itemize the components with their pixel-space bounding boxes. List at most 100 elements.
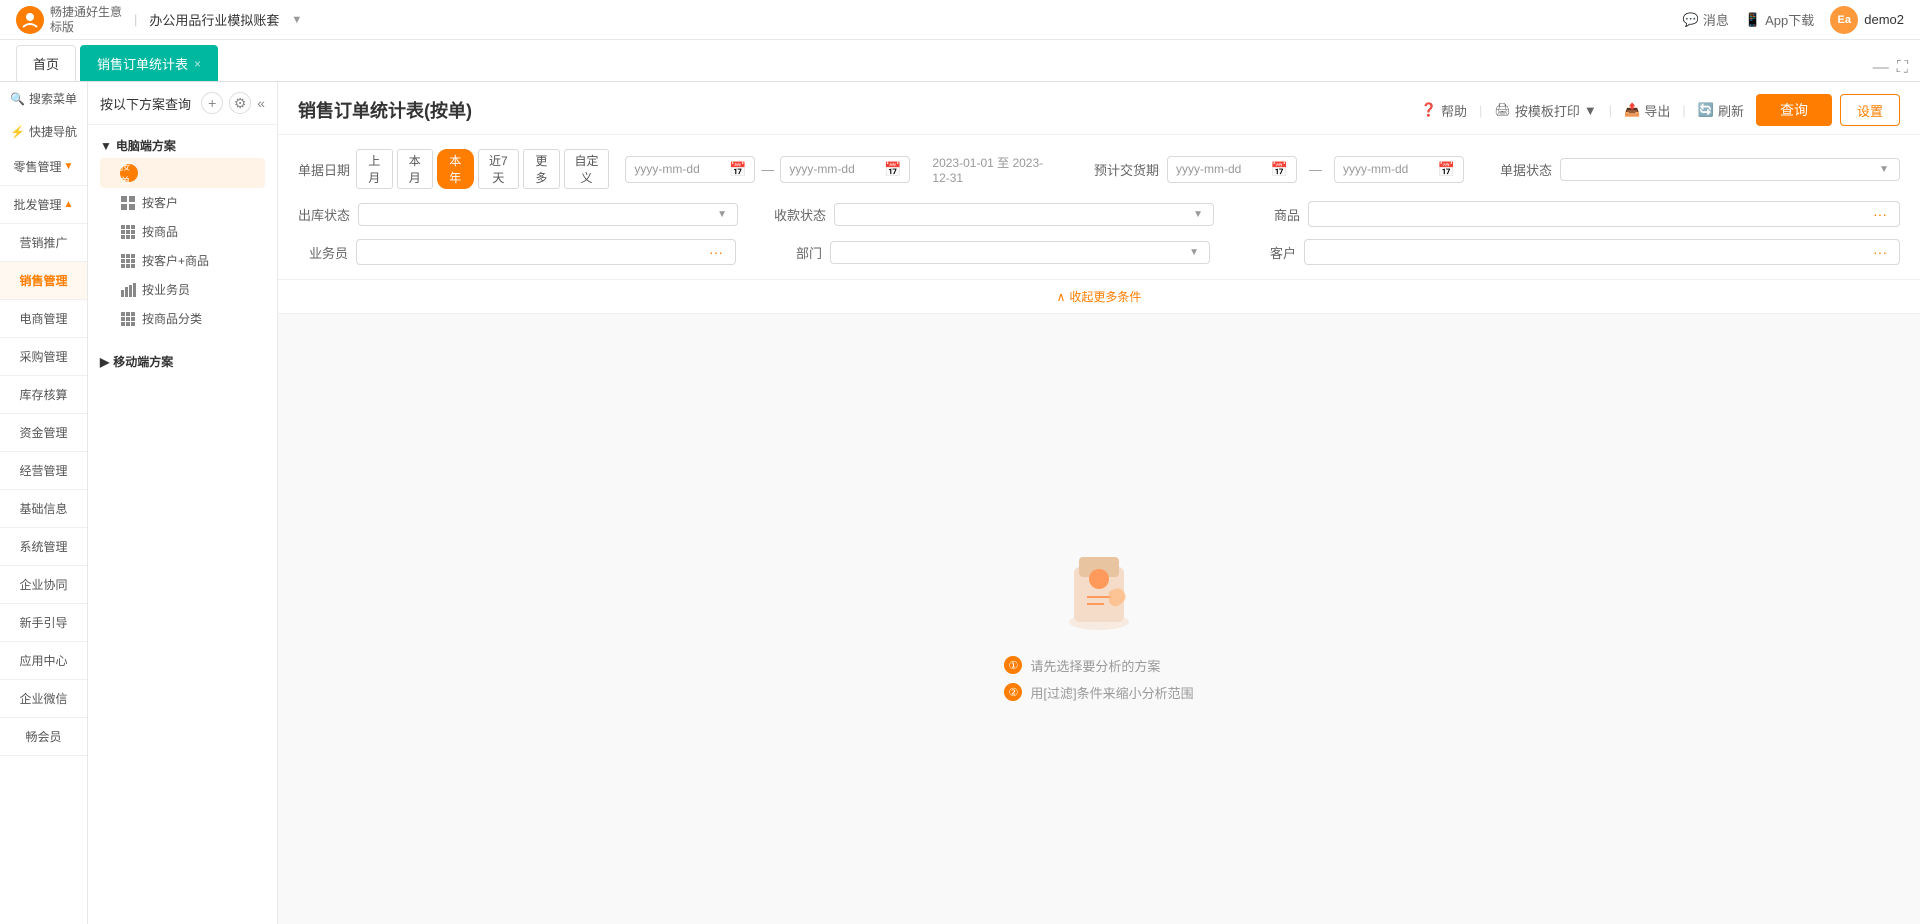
desktop-group-title[interactable]: ▼ 电脑端方案 (100, 133, 265, 158)
tab-home[interactable]: 首页 (16, 45, 76, 81)
sidebar-item-operations[interactable]: 经营管理 (0, 452, 87, 490)
sidebar-item-basic[interactable]: 基础信息 (0, 490, 87, 528)
add-scheme-button[interactable]: + (201, 92, 223, 114)
print-arrow-icon: ▼ (1584, 103, 1597, 118)
message-button[interactable]: 💬 消息 (1683, 10, 1729, 29)
search-button[interactable]: 查询 (1756, 94, 1832, 126)
sidebar-item-wholesale[interactable]: 批发管理 ▲ (0, 186, 87, 224)
app-download-button[interactable]: 📱 App下载 (1745, 10, 1814, 29)
goods-label: 商品 (1250, 205, 1300, 224)
logo-text: 畅捷通好生意 标版 (50, 5, 122, 34)
salesperson-label: 业务员 (298, 243, 348, 262)
salesperson-ellipsis-btn[interactable]: ··· (705, 244, 727, 260)
main-layout: 🔍 搜索菜单 ⚡ 快捷导航 零售管理 ▼ 批发管理 ▲ 营销推广 销售管理 电商… (0, 82, 1920, 924)
expected-date-from-calendar-icon[interactable]: 📅 (1271, 161, 1288, 178)
sidebar-item-finance[interactable]: 资金管理 (0, 414, 87, 452)
sidebar-item-purchase[interactable]: 采购管理 (0, 338, 87, 376)
date-btn-7days[interactable]: 近7天 (478, 149, 520, 189)
sidebar-item-system[interactable]: 系统管理 (0, 528, 87, 566)
collection-status-select[interactable]: ▼ (834, 203, 1214, 226)
sidebar-item-retail[interactable]: 零售管理 ▼ (0, 148, 87, 186)
expected-delivery-label: 预计交货期 (1094, 160, 1159, 179)
collapse-bar[interactable]: ∧ 收起更多条件 (278, 280, 1920, 314)
app-download-icon: 📱 (1745, 12, 1761, 28)
ship-status-select[interactable]: ▼ (358, 203, 738, 226)
salesperson-input[interactable]: ··· (356, 239, 736, 265)
date-btn-more[interactable]: 更多 (523, 149, 560, 189)
nav-arrow-icon[interactable]: ▼ (291, 14, 302, 26)
scheme-item-by-salesperson[interactable]: 按业务员 (100, 275, 265, 304)
filter-row-1: 单据日期 上月 本月 本年 近7天 更多 自定义 yyyy- (298, 149, 1900, 189)
tip-num-2: ② (1004, 683, 1022, 701)
filter-settings-button[interactable]: 设置 (1840, 94, 1900, 126)
sidebar-item-enterprise[interactable]: 企业协同 (0, 566, 87, 604)
department-label: 部门 (772, 243, 822, 262)
date-btn-last-month[interactable]: 上月 (356, 149, 393, 189)
tab-close-icon[interactable]: × (194, 57, 201, 71)
scheme-item-by-customer[interactable]: 按客户 (100, 188, 265, 217)
sidebar-shortcut[interactable]: ⚡ 快捷导航 (0, 115, 87, 148)
date-from-input[interactable]: yyyy-mm-dd 📅 (625, 156, 755, 183)
settings-scheme-button[interactable]: ⚙ (229, 92, 251, 114)
help-button[interactable]: ❓ 帮助 (1421, 101, 1467, 120)
filter-goods-group: 商品 ··· (1250, 201, 1900, 227)
tab-maximize-icon[interactable]: ⛶ (1897, 59, 1908, 77)
date-btn-this-month[interactable]: 本月 (397, 149, 434, 189)
mobile-group-label: 移动端方案 (113, 353, 173, 370)
date-to-calendar-icon[interactable]: 📅 (884, 161, 901, 178)
scheme-by-goods-label: 按商品 (142, 223, 178, 240)
export-button[interactable]: 📤 导出 (1624, 101, 1670, 120)
scheme-item-by-category[interactable]: 按商品分类 (100, 304, 265, 333)
bill-status-select[interactable]: ▼ (1560, 158, 1900, 181)
left-panel-actions: + ⚙ « (201, 92, 265, 114)
expected-date-separator: — (1309, 162, 1322, 177)
scheme-item-by-goods[interactable]: 按商品 (100, 217, 265, 246)
export-icon: 📤 (1624, 102, 1640, 118)
filter-customer-group: 客户 ··· (1246, 239, 1900, 265)
sidebar-item-guide[interactable]: 新手引导 (0, 604, 87, 642)
sidebar-item-inventory[interactable]: 库存核算 (0, 376, 87, 414)
tab-sales-order[interactable]: 销售订单统计表 × (80, 45, 218, 81)
sidebar-item-member[interactable]: 畅会员 (0, 718, 87, 756)
sidebar-item-ecommerce[interactable]: 电商管理 (0, 300, 87, 338)
customer-ellipsis-btn[interactable]: ··· (1869, 244, 1891, 260)
date-btn-this-year[interactable]: 本年 (437, 149, 474, 189)
sidebar-search[interactable]: 🔍 搜索菜单 (0, 82, 87, 115)
department-select[interactable]: ▼ (830, 241, 1210, 264)
help-icon: ❓ (1421, 102, 1437, 118)
empty-tip-1: ① 请先选择要分析的方案 (1004, 656, 1193, 675)
sidebar-item-appstore[interactable]: 应用中心 (0, 642, 87, 680)
date-btn-custom[interactable]: 自定义 (564, 149, 610, 189)
expected-date-from-input[interactable]: yyyy-mm-dd 📅 (1167, 156, 1297, 183)
expected-date-to-input[interactable]: yyyy-mm-dd 📅 (1334, 156, 1464, 183)
breadcrumb-sep: | (134, 12, 137, 27)
department-arrow-icon: ▼ (1189, 247, 1199, 258)
top-nav-title[interactable]: 办公用品行业模拟账套 (149, 10, 279, 29)
page-header: 销售订单统计表(按单) ❓ 帮助 | 🖨 按模板打印 ▼ | 📤 (278, 82, 1920, 135)
sidebar-item-sales[interactable]: 销售管理 (0, 262, 87, 300)
goods-ellipsis-btn[interactable]: ··· (1869, 206, 1891, 222)
sidebar-item-marketing[interactable]: 营销推广 (0, 224, 87, 262)
scheme-item-by-order[interactable]: 按单 (100, 158, 265, 188)
date-to-input[interactable]: yyyy-mm-dd 📅 (780, 156, 910, 183)
date-from-calendar-icon[interactable]: 📅 (729, 161, 746, 178)
scheme-by-category-label: 按商品分类 (142, 310, 202, 327)
search-icon: 🔍 (10, 92, 25, 106)
tab-minimize-icon[interactable]: — (1873, 59, 1889, 77)
collapse-panel-button[interactable]: « (257, 95, 265, 111)
scheme-item-by-customer-goods[interactable]: 按客户+商品 (100, 246, 265, 275)
customer-label: 客户 (1246, 243, 1296, 262)
refresh-button[interactable]: 🔄 刷新 (1698, 101, 1744, 120)
top-header: 畅捷通好生意 标版 | 办公用品行业模拟账套 ▼ 💬 消息 📱 App下载 Ea… (0, 0, 1920, 40)
goods-input[interactable]: ··· (1308, 201, 1900, 227)
expected-date-to-calendar-icon[interactable]: 📅 (1438, 161, 1455, 178)
sidebar-item-wechat[interactable]: 企业微信 (0, 680, 87, 718)
filter-row-2: 出库状态 ▼ 收款状态 ▼ 商品 (298, 201, 1900, 227)
customer-input[interactable]: ··· (1304, 239, 1900, 265)
mobile-scheme-group: ▶ 移动端方案 (88, 341, 277, 382)
mobile-group-title[interactable]: ▶ 移动端方案 (100, 349, 265, 374)
print-button[interactable]: 🖨 按模板打印 ▼ (1494, 101, 1596, 120)
user-area[interactable]: Ea demo2 (1830, 6, 1904, 34)
sidebar-item-wholesale-arrow: ▲ (64, 199, 74, 210)
collection-status-label: 收款状态 (774, 205, 826, 224)
